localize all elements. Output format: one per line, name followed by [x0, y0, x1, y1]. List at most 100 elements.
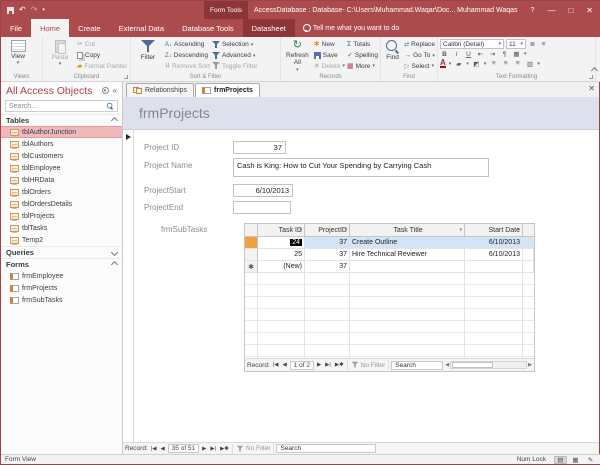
tab-database-tools[interactable]: Database Tools — [173, 19, 243, 37]
paste-button[interactable]: Paste ▾ — [45, 38, 75, 71]
tab-file[interactable]: File — [1, 19, 31, 37]
more-button[interactable]: ▦More▾ — [347, 61, 378, 71]
filter-button[interactable]: Filter — [133, 38, 163, 71]
form-view-button[interactable]: ▤ — [554, 456, 567, 464]
select-all-corner[interactable] — [245, 224, 258, 236]
align-right-icon[interactable]: ≡ — [513, 60, 522, 68]
design-view-button[interactable]: ✎ — [584, 456, 597, 464]
subform-search-input[interactable]: Search — [391, 361, 443, 370]
goto-button[interactable]: →Go To▾ — [404, 51, 435, 61]
datasheet-format-icon[interactable]: ▥ — [525, 60, 534, 68]
highlight-color-icon[interactable]: ▰ — [454, 60, 463, 68]
prev-record-icon[interactable]: ◀ — [281, 362, 287, 368]
minimize-button[interactable]: — — [547, 6, 555, 15]
section-queries[interactable]: Queries — [1, 246, 122, 258]
user-name[interactable]: Muhammad Waqas — [457, 7, 517, 14]
cell-projectid[interactable]: 37 — [305, 249, 350, 261]
cut-button[interactable]: ✂Cut — [77, 40, 127, 50]
cell-task-title[interactable]: Create Outline — [350, 237, 465, 249]
cell-start-date[interactable] — [465, 261, 523, 273]
column-header-projectid[interactable]: ProjectID▾ — [305, 224, 350, 236]
delete-record-button[interactable]: ✕Delete▾ — [314, 61, 345, 71]
tab-datasheet[interactable]: Datasheet — [243, 19, 295, 37]
nav-pane-title[interactable]: All Access Objects — [6, 85, 92, 97]
font-size-select[interactable]: 11▾ — [506, 39, 526, 49]
sidebar-item-frmemployee[interactable]: frmEmployee — [1, 270, 122, 282]
section-tables[interactable]: Tables — [1, 114, 122, 126]
find-button[interactable]: Find — [383, 38, 402, 71]
row-selector[interactable] — [245, 249, 258, 261]
row-selector-current[interactable] — [245, 237, 258, 249]
filter-indicator[interactable]: No Filter — [232, 444, 275, 454]
sidebar-item-tblhrdata[interactable]: tblHRData — [1, 174, 122, 186]
table-row[interactable]: 25 37 Hire Technical Reviewer 6/10/2013 — [245, 249, 534, 261]
sidebar-item-frmprojects[interactable]: frmProjects — [1, 282, 122, 294]
copy-button[interactable]: Copy — [77, 51, 127, 61]
format-painter-button[interactable]: ▰Format Painter — [77, 61, 127, 71]
tab-external-data[interactable]: External Data — [110, 19, 173, 37]
prev-record-icon[interactable]: ◀ — [159, 446, 165, 452]
new-record-button[interactable]: ✱New — [314, 40, 345, 50]
bold-button[interactable]: B — [440, 50, 449, 58]
sidebar-item-tblauthors[interactable]: tblAuthors — [1, 138, 122, 150]
clipboard-dialog-launcher-icon[interactable] — [124, 75, 128, 79]
doc-tab-relationships[interactable]: Relationships — [126, 83, 194, 97]
tab-create[interactable]: Create — [69, 19, 110, 37]
column-header-start-date[interactable]: Start Date▾ — [465, 224, 523, 236]
font-name-select[interactable]: Calibri (Detail)▾ — [440, 39, 504, 49]
spelling-button[interactable]: ✓Spelling — [347, 51, 378, 61]
record-selector-bar[interactable] — [125, 130, 134, 442]
cell-start-date[interactable]: 6/10/2013 — [465, 237, 523, 249]
sidebar-item-tblordersdetails[interactable]: tblOrdersDetails — [1, 198, 122, 210]
font-color-button[interactable]: A — [440, 59, 446, 68]
help-button[interactable]: ? — [531, 7, 535, 14]
last-record-icon[interactable]: ▶| — [209, 446, 217, 452]
next-record-icon[interactable]: ▶ — [316, 362, 322, 368]
table-row[interactable]: 24 37 Create Outline 6/10/2013 — [245, 237, 534, 249]
cell-task-id[interactable]: (New) — [258, 261, 305, 273]
new-record-icon[interactable]: ▶✱ — [219, 446, 230, 452]
cell-task-title[interactable]: Hire Technical Reviewer — [350, 249, 465, 261]
save-icon[interactable] — [7, 7, 14, 14]
text-formatting-dialog-launcher-icon[interactable] — [589, 75, 593, 79]
cell-projectid[interactable]: 37 — [305, 261, 350, 273]
refresh-all-button[interactable]: ↻ Refresh All ▾ — [283, 38, 312, 71]
gridlines-icon[interactable]: ▦ — [512, 50, 521, 58]
sidebar-item-frmsubtasks[interactable]: frmSubTasks — [1, 294, 122, 306]
table-row-new[interactable]: ✱ (New) 37 — [245, 261, 534, 273]
toggle-filter-button[interactable]: Toggle Filter — [212, 61, 257, 71]
datasheet-view-button[interactable]: ▦ — [569, 456, 582, 464]
sidebar-item-tbltasks[interactable]: tblTasks — [1, 222, 122, 234]
shutter-close-icon[interactable]: « — [113, 86, 117, 95]
scroll-left-icon[interactable]: ◀ — [445, 362, 449, 368]
maximize-button[interactable]: □ — [568, 6, 573, 15]
field-project-name[interactable]: Cash is King: How to Cut Your Spending b… — [233, 158, 489, 177]
ascending-button[interactable]: A↓Ascending — [165, 40, 210, 50]
replace-button[interactable]: ⇄Replace — [404, 40, 435, 50]
close-button[interactable]: ✕ — [586, 6, 593, 15]
tell-me-box[interactable]: Tell me what you want to do — [295, 19, 407, 37]
column-header-task-title[interactable]: Task Title▾ — [350, 224, 465, 236]
horizontal-scrollbar[interactable]: ◀ ▶ — [445, 361, 532, 369]
section-forms[interactable]: Forms — [1, 258, 122, 270]
nav-pane-menu-icon[interactable]: ▾ — [102, 87, 109, 94]
save-record-button[interactable]: Save — [314, 51, 345, 61]
italic-button[interactable]: I — [452, 50, 461, 58]
advanced-button[interactable]: Advanced▾ — [212, 51, 257, 61]
cell-projectid[interactable]: 37 — [305, 237, 350, 249]
selection-button[interactable]: Selection▾ — [212, 40, 257, 50]
align-left-icon[interactable]: ≡ — [489, 60, 498, 68]
view-button[interactable]: View ▾ — [3, 38, 33, 71]
field-project-id[interactable]: 37 — [233, 141, 286, 154]
sidebar-item-tblcustomers[interactable]: tblCustomers — [1, 150, 122, 162]
tab-home[interactable]: Home — [31, 19, 69, 37]
doc-tab-frmprojects[interactable]: frmProjects — [195, 83, 260, 97]
numbering-icon[interactable]: ≣ — [528, 40, 537, 48]
first-record-icon[interactable]: |◀ — [272, 362, 280, 368]
field-project-end[interactable] — [233, 201, 291, 214]
field-project-start[interactable]: 6/10/2013 — [233, 184, 293, 197]
sidebar-item-tblprojects[interactable]: tblProjects — [1, 210, 122, 222]
totals-button[interactable]: ΣTotals — [347, 40, 378, 50]
background-fill-icon[interactable]: ◩ — [472, 60, 481, 68]
search-input[interactable]: Search... — [5, 100, 118, 112]
